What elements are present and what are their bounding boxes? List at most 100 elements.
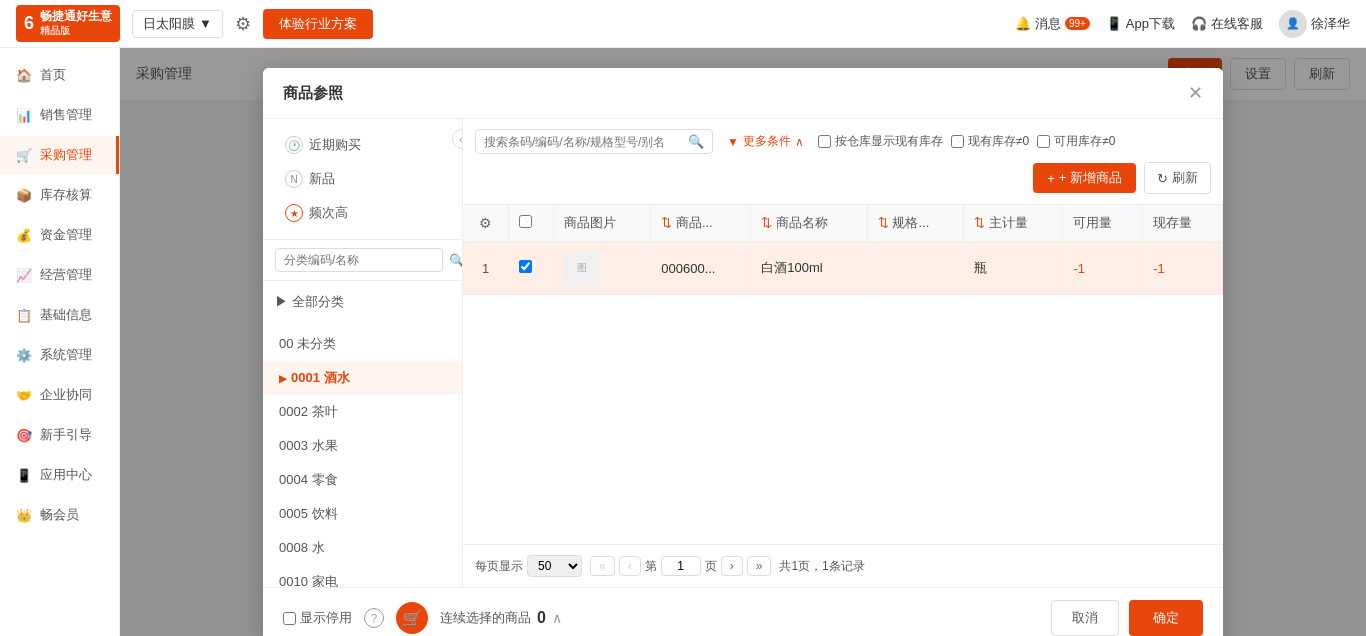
sidebar-item-apps[interactable]: 📱 应用中心 <box>0 456 119 494</box>
collapse-footer-button[interactable]: ∧ <box>552 610 562 626</box>
modal-backdrop: 商品参照 ✕ 🕐 近期购买 N <box>120 48 1366 636</box>
category-item-beverage[interactable]: 0005 饮料 <box>263 497 462 531</box>
sidebar-item-inventory[interactable]: 📦 库存核算 <box>0 176 119 214</box>
warehouse-filter[interactable]: 按仓库显示现有库存 <box>818 133 943 150</box>
row-num: 1 <box>463 242 509 295</box>
more-filters-button[interactable]: ▼ 更多条件 ∧ <box>721 129 810 154</box>
all-categories: ▶ 全部分类 <box>263 281 462 323</box>
sidebar: 🏠 首页 📊 销售管理 🛒 采购管理 📦 库存核算 💰 资金管理 📈 经营管理 … <box>0 48 120 636</box>
available-checkbox[interactable] <box>951 135 964 148</box>
sidebar-label-purchase: 采购管理 <box>40 146 92 164</box>
mobile-icon: 📱 <box>1106 16 1122 31</box>
category-search-input[interactable] <box>275 248 443 272</box>
quick-filter-frequent[interactable]: ★ 频次高 <box>275 197 450 229</box>
store-selector[interactable]: 日太阳膜 ▼ <box>132 10 223 38</box>
modal-footer: 显示停用 ? 🛒 连续选择的商品 0 ∧ 取消 确定 <box>263 587 1223 636</box>
sidebar-item-system[interactable]: ⚙️ 系统管理 <box>0 336 119 374</box>
last-page-button[interactable]: » <box>747 556 772 576</box>
column-settings-button[interactable]: ⚙ <box>473 213 498 233</box>
sidebar-item-guide[interactable]: 🎯 新手引导 <box>0 416 119 454</box>
online-service[interactable]: 🎧 在线客服 <box>1191 15 1263 33</box>
online-service-label: 在线客服 <box>1211 15 1263 33</box>
sidebar-label-sales: 销售管理 <box>40 106 92 124</box>
modal-title: 商品参照 <box>283 84 343 103</box>
category-item-tea[interactable]: 0002 茶叶 <box>263 395 462 429</box>
th-checkbox <box>509 205 554 242</box>
app-download[interactable]: 📱 App下载 <box>1106 15 1175 33</box>
sidebar-item-collab[interactable]: 🤝 企业协同 <box>0 376 119 414</box>
category-item-fruit[interactable]: 0003 水果 <box>263 429 462 463</box>
sidebar-label-system: 系统管理 <box>40 346 92 364</box>
quick-filter-new[interactable]: N 新品 <box>275 163 450 195</box>
usable-checkbox[interactable] <box>1037 135 1050 148</box>
category-item-appliance[interactable]: 0010 家电 <box>263 565 462 587</box>
sidebar-label-operations: 经营管理 <box>40 266 92 284</box>
quick-filter-recent[interactable]: 🕐 近期购买 <box>275 129 450 161</box>
username: 徐泽华 <box>1311 15 1350 33</box>
sidebar-item-home[interactable]: 🏠 首页 <box>0 56 119 94</box>
modal-close-button[interactable]: ✕ <box>1188 82 1203 104</box>
collab-icon: 🤝 <box>16 388 32 403</box>
confirm-button[interactable]: 确定 <box>1129 600 1203 636</box>
user-menu[interactable]: 👤 徐泽华 <box>1279 10 1350 38</box>
row-code: 000600... <box>651 242 751 295</box>
settings-button[interactable]: ⚙ <box>235 13 251 35</box>
next-page-button[interactable]: › <box>721 556 743 576</box>
sidebar-label-member: 畅会员 <box>40 506 79 524</box>
modal-toolbar: 🔍 ▼ 更多条件 ∧ 按仓库显示现有库存 <box>463 119 1223 205</box>
page-number-input[interactable] <box>661 556 701 576</box>
category-item-uncategorized[interactable]: 00 未分类 <box>263 327 462 361</box>
warehouse-checkbox[interactable] <box>818 135 831 148</box>
category-label-0002: 0002 茶叶 <box>279 403 338 421</box>
page-size-label: 每页显示 <box>475 558 523 575</box>
available-filter[interactable]: 现有库存≠0 <box>951 133 1029 150</box>
category-label-0008: 0008 水 <box>279 539 325 557</box>
cancel-button[interactable]: 取消 <box>1051 600 1119 636</box>
sidebar-item-sales[interactable]: 📊 销售管理 <box>0 96 119 134</box>
first-page-button[interactable]: « <box>590 556 615 576</box>
row-select-checkbox[interactable] <box>519 260 532 273</box>
sidebar-item-operations[interactable]: 📈 经营管理 <box>0 256 119 294</box>
table-row[interactable]: 1 图 000 <box>463 242 1223 295</box>
product-search-input[interactable] <box>484 135 684 149</box>
category-item-liquor[interactable]: ▶ 0001 酒水 <box>263 361 462 395</box>
page-size-select[interactable]: 10 20 50 100 <box>527 555 582 577</box>
category-label-0010: 0010 家电 <box>279 573 338 587</box>
select-all-checkbox[interactable] <box>519 215 532 228</box>
refresh-button[interactable]: ↻ 刷新 <box>1144 162 1211 194</box>
sidebar-item-purchase[interactable]: 🛒 采购管理 <box>0 136 119 174</box>
app-download-label: App下载 <box>1126 15 1175 33</box>
sidebar-item-basic[interactable]: 📋 基础信息 <box>0 296 119 334</box>
all-categories-button[interactable]: ▶ 全部分类 <box>275 289 450 315</box>
sort-icon-name: ⇅ <box>761 215 772 230</box>
pagination-bar: 每页显示 10 20 50 100 « ‹ <box>463 544 1223 587</box>
show-disabled-checkbox[interactable] <box>283 612 296 625</box>
continuous-select-info: 连续选择的商品 0 ∧ <box>440 609 562 627</box>
cart-button[interactable]: 🛒 <box>396 602 428 634</box>
th-available: 可用量 <box>1063 205 1143 242</box>
chevron-down-icon: ▼ <box>199 16 212 31</box>
sort-icon: ⇅ <box>661 215 672 230</box>
sidebar-item-member[interactable]: 👑 畅会员 <box>0 496 119 534</box>
all-categories-label: ▶ 全部分类 <box>275 293 344 311</box>
quick-filter-frequent-label: 频次高 <box>309 204 348 222</box>
refresh-label: 刷新 <box>1172 169 1198 187</box>
usable-filter[interactable]: 可用库存≠0 <box>1037 133 1115 150</box>
table-body: 1 图 000 <box>463 242 1223 295</box>
modal-sidebar: 🕐 近期购买 N 新品 ★ 频次高 <box>263 119 463 587</box>
add-product-button[interactable]: + + 新增商品 <box>1033 163 1136 193</box>
top-nav: 6 畅捷通好生意 精品版 日太阳膜 ▼ ⚙ 体验行业方案 🔔 消息 99+ 📱 … <box>0 0 1366 48</box>
help-button[interactable]: ? <box>364 608 384 628</box>
try-industry-button[interactable]: 体验行业方案 <box>263 9 373 39</box>
continuous-select-label: 连续选择的商品 <box>440 609 531 627</box>
category-item-water[interactable]: 0008 水 <box>263 531 462 565</box>
th-settings: ⚙ <box>463 205 509 242</box>
product-table: ⚙ 商品图片 <box>463 205 1223 295</box>
show-disabled-option[interactable]: 显示停用 <box>283 609 352 627</box>
row-spec <box>867 242 963 295</box>
category-item-snack[interactable]: 0004 零食 <box>263 463 462 497</box>
sidebar-item-finance[interactable]: 💰 资金管理 <box>0 216 119 254</box>
prev-page-button[interactable]: ‹ <box>619 556 641 576</box>
notifications[interactable]: 🔔 消息 99+ <box>1015 15 1090 33</box>
category-label-0005: 0005 饮料 <box>279 505 338 523</box>
